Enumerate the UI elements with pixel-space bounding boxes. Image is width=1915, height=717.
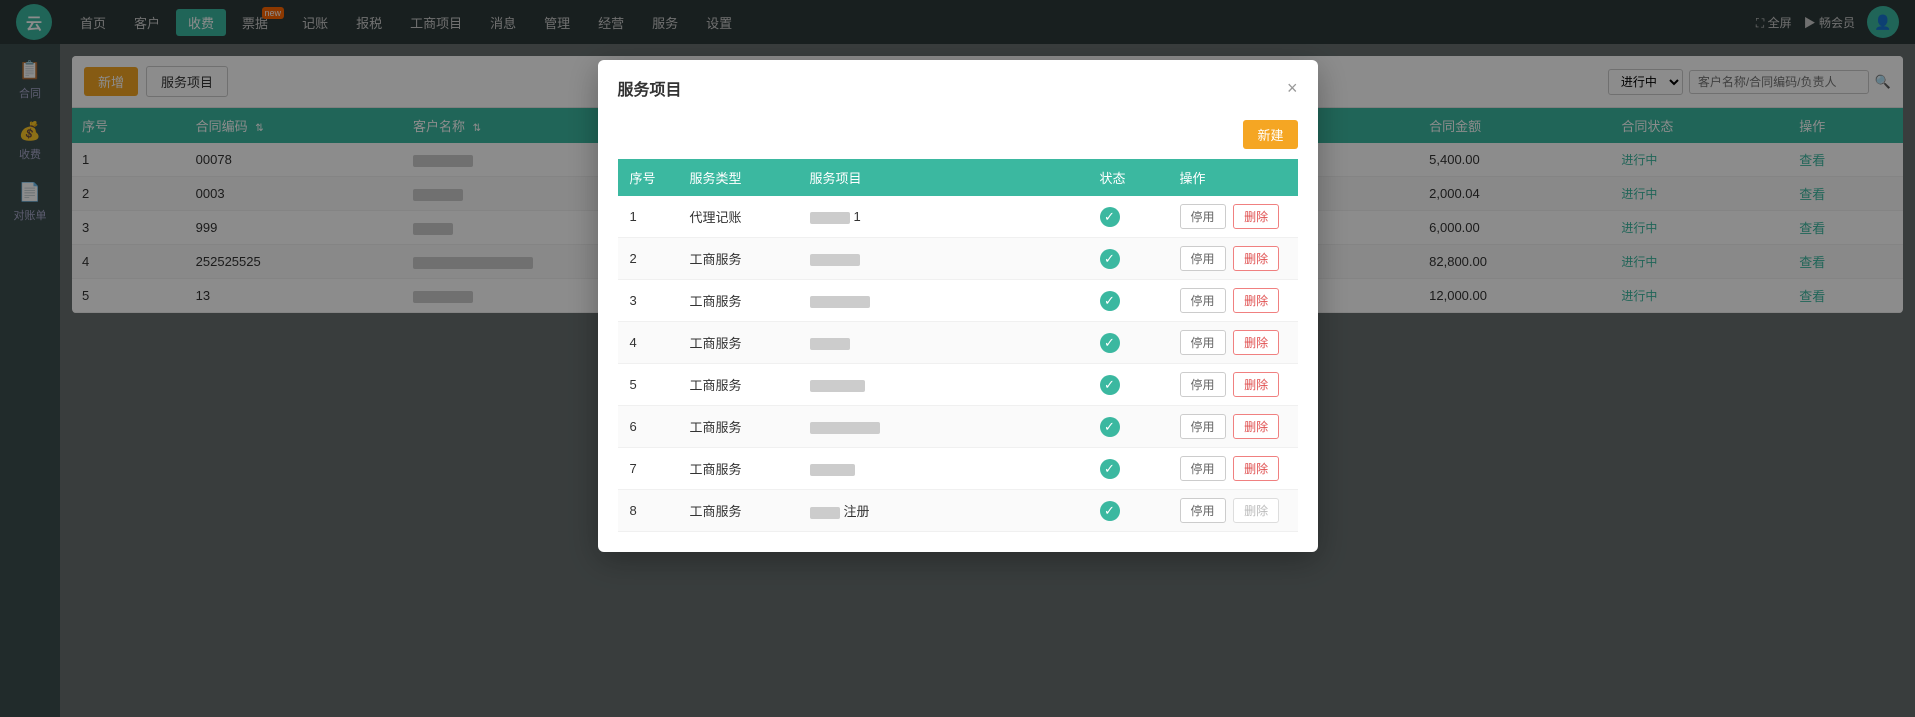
status-check-icon: ✓ xyxy=(1100,459,1120,479)
modal-cell-seq: 8 xyxy=(618,490,678,532)
modal-cell-type: 工商服务 xyxy=(678,280,798,322)
stop-button[interactable]: 停用 xyxy=(1180,372,1226,397)
stop-button[interactable]: 停用 xyxy=(1180,288,1226,313)
modal-cell-seq: 6 xyxy=(618,406,678,448)
status-check-icon: ✓ xyxy=(1100,249,1120,269)
service-items-modal: 服务项目 × 新建 序号 服务类型 服务项目 状态 操作 1 代理记账 xyxy=(598,60,1318,552)
delete-button[interactable]: 删除 xyxy=(1233,372,1279,397)
list-item: 1 代理记账 1 ✓ 停用 删除 xyxy=(618,196,1298,238)
modal-cell-type: 工商服务 xyxy=(678,364,798,406)
modal-col-type: 服务类型 xyxy=(678,159,798,196)
modal-col-item: 服务项目 xyxy=(798,159,1088,196)
modal-cell-seq: 7 xyxy=(618,448,678,490)
list-item: 6 工商服务 ✓ 停用 删除 xyxy=(618,406,1298,448)
modal-cell-item xyxy=(798,406,1088,448)
modal-cell-type: 工商服务 xyxy=(678,322,798,364)
modal-cell-action[interactable]: 停用 删除 xyxy=(1168,490,1298,532)
modal-header: 服务项目 × xyxy=(598,60,1318,112)
modal-cell-item xyxy=(798,322,1088,364)
delete-button[interactable]: 删除 xyxy=(1233,498,1279,523)
modal-cell-item: 1 xyxy=(798,196,1088,238)
modal-cell-type: 工商服务 xyxy=(678,490,798,532)
modal-cell-item: 注册 xyxy=(798,490,1088,532)
modal-cell-type: 工商服务 xyxy=(678,406,798,448)
status-check-icon: ✓ xyxy=(1100,291,1120,311)
modal-overlay: 服务项目 × 新建 序号 服务类型 服务项目 状态 操作 1 代理记账 xyxy=(0,0,1915,717)
service-items-table: 序号 服务类型 服务项目 状态 操作 1 代理记账 1 ✓ 停用 删除 2 工商… xyxy=(618,159,1298,532)
modal-cell-action[interactable]: 停用 删除 xyxy=(1168,238,1298,280)
modal-cell-status: ✓ xyxy=(1088,238,1168,280)
modal-cell-item xyxy=(798,280,1088,322)
modal-cell-action[interactable]: 停用 删除 xyxy=(1168,322,1298,364)
modal-toolbar: 新建 xyxy=(598,112,1318,159)
modal-cell-seq: 2 xyxy=(618,238,678,280)
modal-col-status: 状态 xyxy=(1088,159,1168,196)
modal-col-seq: 序号 xyxy=(618,159,678,196)
modal-cell-item xyxy=(798,238,1088,280)
modal-cell-item xyxy=(798,364,1088,406)
modal-close-button[interactable]: × xyxy=(1287,79,1298,97)
modal-cell-status: ✓ xyxy=(1088,406,1168,448)
modal-cell-status: ✓ xyxy=(1088,448,1168,490)
status-check-icon: ✓ xyxy=(1100,375,1120,395)
stop-button[interactable]: 停用 xyxy=(1180,414,1226,439)
modal-cell-seq: 1 xyxy=(618,196,678,238)
modal-cell-seq: 4 xyxy=(618,322,678,364)
delete-button[interactable]: 删除 xyxy=(1233,330,1279,355)
stop-button[interactable]: 停用 xyxy=(1180,456,1226,481)
modal-title: 服务项目 xyxy=(618,76,682,100)
list-item: 3 工商服务 ✓ 停用 删除 xyxy=(618,280,1298,322)
modal-cell-type: 工商服务 xyxy=(678,238,798,280)
list-item: 2 工商服务 ✓ 停用 删除 xyxy=(618,238,1298,280)
list-item: 7 工商服务 ✓ 停用 删除 xyxy=(618,448,1298,490)
modal-body: 序号 服务类型 服务项目 状态 操作 1 代理记账 1 ✓ 停用 删除 2 工商… xyxy=(598,159,1318,552)
modal-cell-action[interactable]: 停用 删除 xyxy=(1168,280,1298,322)
modal-cell-status: ✓ xyxy=(1088,196,1168,238)
list-item: 4 工商服务 ✓ 停用 删除 xyxy=(618,322,1298,364)
modal-cell-action[interactable]: 停用 删除 xyxy=(1168,406,1298,448)
modal-cell-type: 代理记账 xyxy=(678,196,798,238)
delete-button[interactable]: 删除 xyxy=(1233,246,1279,271)
status-check-icon: ✓ xyxy=(1100,501,1120,521)
modal-cell-seq: 5 xyxy=(618,364,678,406)
delete-button[interactable]: 删除 xyxy=(1233,414,1279,439)
delete-button[interactable]: 删除 xyxy=(1233,456,1279,481)
modal-cell-status: ✓ xyxy=(1088,364,1168,406)
modal-cell-status: ✓ xyxy=(1088,322,1168,364)
modal-cell-type: 工商服务 xyxy=(678,448,798,490)
list-item: 8 工商服务 注册 ✓ 停用 删除 xyxy=(618,490,1298,532)
modal-cell-seq: 3 xyxy=(618,280,678,322)
delete-button[interactable]: 删除 xyxy=(1233,288,1279,313)
status-check-icon: ✓ xyxy=(1100,207,1120,227)
stop-button[interactable]: 停用 xyxy=(1180,498,1226,523)
status-check-icon: ✓ xyxy=(1100,417,1120,437)
stop-button[interactable]: 停用 xyxy=(1180,204,1226,229)
modal-cell-status: ✓ xyxy=(1088,490,1168,532)
modal-cell-action[interactable]: 停用 删除 xyxy=(1168,196,1298,238)
modal-col-action: 操作 xyxy=(1168,159,1298,196)
status-check-icon: ✓ xyxy=(1100,333,1120,353)
modal-new-button[interactable]: 新建 xyxy=(1243,120,1297,149)
modal-cell-status: ✓ xyxy=(1088,280,1168,322)
list-item: 5 工商服务 ✓ 停用 删除 xyxy=(618,364,1298,406)
delete-button[interactable]: 删除 xyxy=(1233,204,1279,229)
modal-cell-item xyxy=(798,448,1088,490)
modal-cell-action[interactable]: 停用 删除 xyxy=(1168,448,1298,490)
stop-button[interactable]: 停用 xyxy=(1180,330,1226,355)
stop-button[interactable]: 停用 xyxy=(1180,246,1226,271)
modal-cell-action[interactable]: 停用 删除 xyxy=(1168,364,1298,406)
